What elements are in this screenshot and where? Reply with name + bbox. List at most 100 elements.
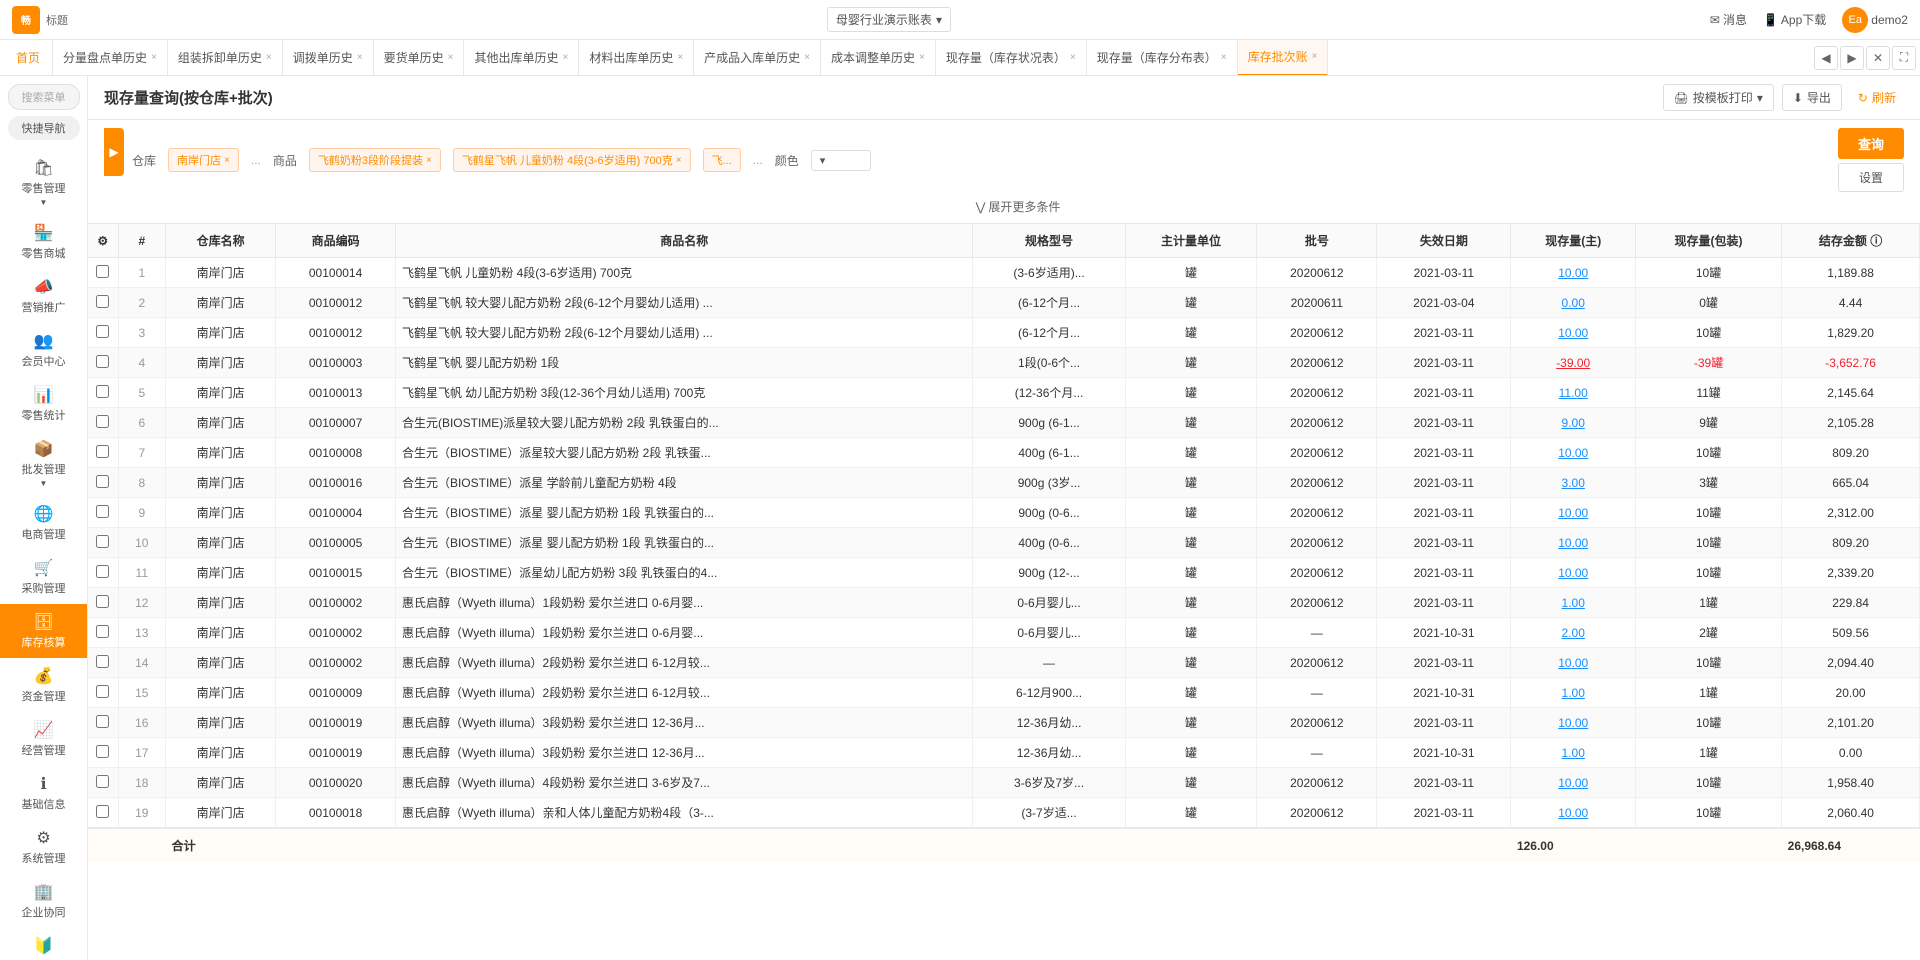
row-stock-main[interactable]: 1.00 [1511,738,1636,768]
row-checkbox-cell[interactable] [88,798,118,829]
tab-stock-dist[interactable]: 现存量（库存分布表） × [1087,40,1238,76]
row-stock-main[interactable]: 10.00 [1511,528,1636,558]
tab-stock-status[interactable]: 现存量（库存状况表） × [936,40,1087,76]
row-stock-main[interactable]: 10.00 [1511,558,1636,588]
row-checkbox[interactable] [96,685,109,698]
sidebar-item-marketing[interactable]: 📣 营销推广 [0,269,87,323]
row-checkbox[interactable] [96,655,109,668]
tab-batch-ledger[interactable]: 库存批次账 × [1238,40,1329,76]
warehouse-filter-tag[interactable]: 南岸门店 × [168,148,239,172]
product-tag-2-close[interactable]: × [676,155,682,166]
row-checkbox-cell[interactable] [88,738,118,768]
tab-partial-inventory-close[interactable]: × [151,52,157,63]
row-checkbox-cell[interactable] [88,708,118,738]
sidebar-item-purchase[interactable]: 🛒 采购管理 [0,550,87,604]
row-checkbox[interactable] [96,565,109,578]
filter-setting-btn[interactable]: 设置 [1838,163,1904,192]
row-checkbox[interactable] [96,805,109,818]
row-checkbox[interactable] [96,745,109,758]
sidebar-item-retail-stats[interactable]: 📊 零售统计 [0,377,87,431]
row-stock-main[interactable]: 10.00 [1511,798,1636,829]
row-stock-main[interactable]: 10.00 [1511,768,1636,798]
row-checkbox-cell[interactable] [88,438,118,468]
tab-stock-dist-close[interactable]: × [1221,52,1227,63]
row-checkbox[interactable] [96,535,109,548]
tab-material-out[interactable]: 材料出库单历史 × [579,40,694,76]
row-checkbox[interactable] [96,445,109,458]
tab-product-in[interactable]: 产成品入库单历史 × [694,40,821,76]
row-checkbox[interactable] [96,775,109,788]
product-filter-dots[interactable]: ... [753,153,763,167]
sidebar-item-retail-mall[interactable]: 🏪 零售商城 [0,215,87,269]
tab-partial-inventory[interactable]: 分量盘点单历史 × [53,40,168,76]
tab-material-out-close[interactable]: × [677,52,683,63]
row-stock-main[interactable]: 0.00 [1511,288,1636,318]
sidebar-item-inventory[interactable]: 🗄 库存核算 [0,604,87,658]
sidebar-item-ops[interactable]: 📈 经营管理 [0,712,87,766]
settings-icon[interactable]: ⚙ [97,234,108,248]
row-checkbox[interactable] [96,295,109,308]
tab-require[interactable]: 要货单历史 × [374,40,465,76]
row-checkbox-cell[interactable] [88,468,118,498]
sidebar-item-wholesale[interactable]: 📦 批发管理 ▼ [0,431,87,496]
filter-search-btn[interactable]: 查询 [1838,128,1904,159]
refresh-btn[interactable]: ↻ 刷新 [1850,85,1904,110]
tab-next-btn[interactable]: ▶ [1840,46,1864,70]
row-stock-main[interactable]: 2.00 [1511,618,1636,648]
row-checkbox-cell[interactable] [88,768,118,798]
row-stock-main[interactable]: 1.00 [1511,678,1636,708]
row-checkbox-cell[interactable] [88,678,118,708]
row-stock-main[interactable]: 9.00 [1511,408,1636,438]
tab-fullscreen-btn[interactable]: ⛶ [1892,46,1916,70]
row-checkbox[interactable] [96,595,109,608]
row-checkbox-cell[interactable] [88,318,118,348]
row-checkbox[interactable] [96,505,109,518]
tab-close-btn[interactable]: ✕ [1866,46,1890,70]
row-checkbox-cell[interactable] [88,288,118,318]
row-checkbox-cell[interactable] [88,408,118,438]
row-stock-main[interactable]: 1.00 [1511,588,1636,618]
product-filter-tag-2[interactable]: 飞鹤星飞帆 儿童奶粉 4段(3-6岁适用) 700克 × [453,148,691,172]
row-checkbox-cell[interactable] [88,618,118,648]
tab-product-in-close[interactable]: × [804,52,810,63]
sidebar-item-retail-mgmt[interactable]: 🛍 零售管理 ▼ [0,150,87,215]
message-btn[interactable]: ✉ 消息 [1710,11,1747,28]
warehouse-tag-close[interactable]: × [224,155,230,166]
product-tag-1-close[interactable]: × [426,155,432,166]
tab-other-out[interactable]: 其他出库单历史 × [464,40,579,76]
row-checkbox[interactable] [96,385,109,398]
row-checkbox-cell[interactable] [88,558,118,588]
row-checkbox-cell[interactable] [88,378,118,408]
product-filter-tag-1[interactable]: 飞鹤奶粉3段阶段提装 × [309,148,441,172]
tab-mixing[interactable]: 调拨单历史 × [283,40,374,76]
tab-cost-adjust-close[interactable]: × [919,52,925,63]
row-checkbox[interactable] [96,625,109,638]
filter-toggle-btn[interactable]: ▶ [104,128,124,176]
company-selector[interactable]: 母婴行业演示账表 ▾ [827,7,951,32]
sidebar-search[interactable]: 搜索菜单 [8,84,80,110]
row-checkbox[interactable] [96,325,109,338]
warehouse-filter-dots[interactable]: ... [251,153,261,167]
row-checkbox[interactable] [96,265,109,278]
row-stock-main[interactable]: 10.00 [1511,318,1636,348]
row-checkbox[interactable] [96,415,109,428]
print-btn[interactable]: 🖨 按模板打印 ▾ [1663,84,1774,111]
sidebar-item-guide[interactable]: 🔰 新手引导 [0,928,87,960]
product-filter-tag-more[interactable]: 飞... [703,148,741,172]
tab-batch-ledger-close[interactable]: × [1312,51,1318,62]
tab-home[interactable]: 首页 [4,40,53,76]
app-download-btn[interactable]: 📱 App下载 [1763,11,1826,28]
sidebar-item-basic[interactable]: ℹ 基础信息 [0,766,87,820]
tab-stock-status-close[interactable]: × [1070,52,1076,63]
row-stock-main[interactable]: 10.00 [1511,258,1636,288]
tab-disassemble-close[interactable]: × [266,52,272,63]
sidebar-item-member[interactable]: 👥 会员中心 [0,323,87,377]
row-stock-main[interactable]: 11.00 [1511,378,1636,408]
export-btn[interactable]: ⬇ 导出 [1782,84,1842,111]
sidebar-item-finance[interactable]: 💰 资金管理 [0,658,87,712]
row-checkbox[interactable] [96,355,109,368]
tab-other-out-close[interactable]: × [562,52,568,63]
row-checkbox[interactable] [96,715,109,728]
sidebar-quicknav[interactable]: 快捷导航 [8,116,80,140]
tab-prev-btn[interactable]: ◀ [1814,46,1838,70]
